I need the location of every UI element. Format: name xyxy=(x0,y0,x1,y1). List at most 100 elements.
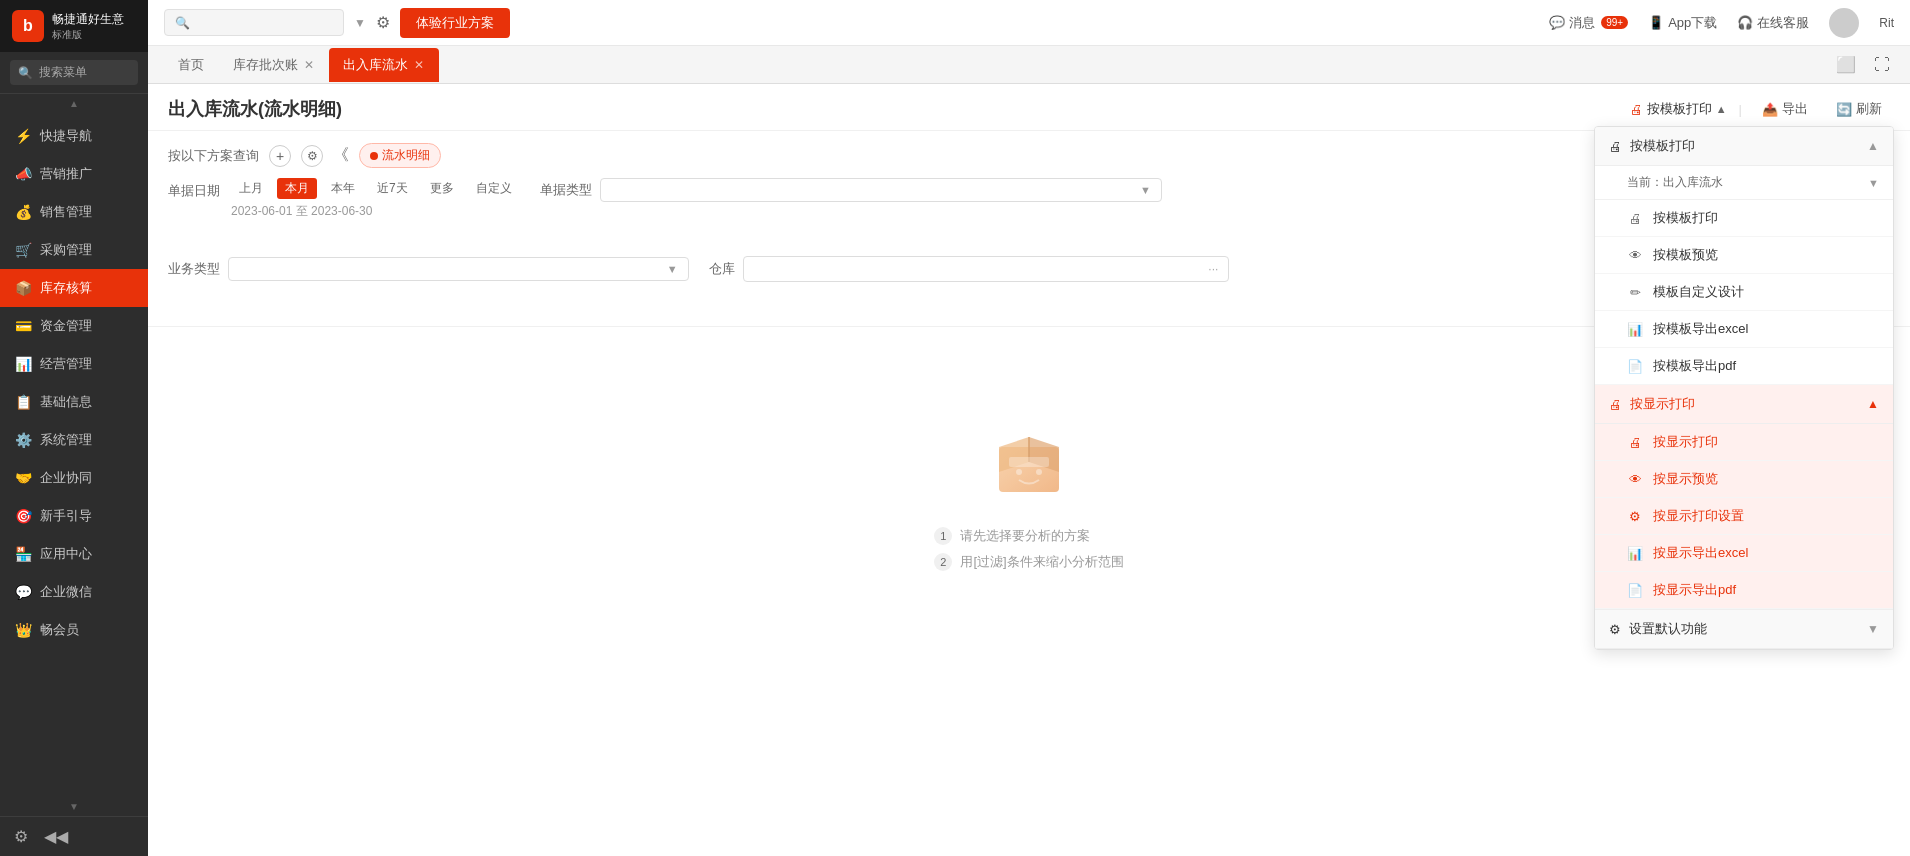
sales-icon: 💰 xyxy=(14,203,32,221)
sidebar-item-guide[interactable]: 🎯 新手引导 xyxy=(0,497,148,535)
sidebar-item-marketing[interactable]: 📣 营销推广 xyxy=(0,155,148,193)
date-opt-more[interactable]: 更多 xyxy=(422,178,462,199)
display-settings-icon: ⚙ xyxy=(1627,508,1643,524)
print-dropdown-chevron[interactable]: ▲ xyxy=(1716,103,1727,115)
date-range: 2023-06-01 至 2023-06-30 xyxy=(231,203,520,220)
dropdown-item-template-print[interactable]: 🖨 按模板打印 xyxy=(1595,200,1893,237)
date-opt-this-month[interactable]: 本月 xyxy=(277,178,317,199)
finance-icon: 💳 xyxy=(14,317,32,335)
message-button[interactable]: 💬 消息 99+ xyxy=(1549,14,1628,32)
sidebar-item-sales[interactable]: 💰 销售管理 xyxy=(0,193,148,231)
sidebar-bottom: ⚙ ◀◀ xyxy=(0,816,148,856)
doc-type-select[interactable]: ▼ xyxy=(600,178,1162,202)
print-template-action: 🖨 按模板打印 ▲ xyxy=(1630,100,1727,118)
system-icon: ⚙️ xyxy=(14,431,32,449)
tab-inout-flow-close[interactable]: ✕ xyxy=(414,58,424,72)
scroll-down[interactable]: ▼ xyxy=(0,797,148,816)
sidebar-item-finance[interactable]: 💳 资金管理 xyxy=(0,307,148,345)
filter-settings-button[interactable]: ⚙ xyxy=(301,145,323,167)
sidebar-item-app-center[interactable]: 🏪 应用中心 xyxy=(0,535,148,573)
wechat-icon: 💬 xyxy=(14,583,32,601)
topbar: 🔍 ▼ ⚙ 体验行业方案 💬 消息 99+ 📱 App下载 🎧 在线客服 Rit xyxy=(148,0,1910,46)
template-customize-icon: ✏ xyxy=(1627,284,1643,300)
default-settings-section[interactable]: ⚙ 设置默认功能 ▼ xyxy=(1595,609,1893,649)
sidebar-search-btn[interactable]: 🔍 搜索菜单 xyxy=(10,60,138,85)
tip-num-2: 2 xyxy=(934,553,952,571)
tabbar: 首页 库存批次账 ✕ 出入库流水 ✕ ⬜ ⛶ xyxy=(148,46,1910,84)
tab-home[interactable]: 首页 xyxy=(164,48,219,82)
svg-point-5 xyxy=(1016,469,1022,475)
biz-type-label: 业务类型 xyxy=(168,260,220,278)
industry-solution-button[interactable]: 体验行业方案 xyxy=(400,8,510,38)
logo-text: 畅捷通好生意 标准版 xyxy=(52,11,124,42)
marketing-icon: 📣 xyxy=(14,165,32,183)
page-content-area: 出入库流水(流水明细) 🖨 按模板打印 ▲ | 📤 导出 🔄 刷新 xyxy=(148,84,1910,856)
logo-icon: b xyxy=(12,10,44,42)
dropdown-item-template-preview[interactable]: 👁 按模板预览 xyxy=(1595,237,1893,274)
date-opt-7days[interactable]: 近7天 xyxy=(369,178,416,199)
filter-label: 按以下方案查询 xyxy=(168,147,259,165)
template-print-icon: 🖨 xyxy=(1627,210,1643,226)
sidebar-item-member[interactable]: 👑 畅会员 xyxy=(0,611,148,649)
topbar-gear-icon[interactable]: ⚙ xyxy=(376,13,390,32)
app-download-button[interactable]: 📱 App下载 xyxy=(1648,14,1717,32)
tab-restore-icon[interactable]: ⬜ xyxy=(1832,53,1860,76)
template-pdf-icon: 📄 xyxy=(1627,358,1643,374)
sidebar-item-inventory[interactable]: 📦 库存核算 xyxy=(0,269,148,307)
avatar[interactable] xyxy=(1829,8,1859,38)
sidebar-item-quick-nav[interactable]: ⚡ 快捷导航 xyxy=(0,117,148,155)
dropdown-item-display-preview[interactable]: 👁 按显示预览 xyxy=(1595,461,1893,498)
empty-state-icon xyxy=(979,407,1079,507)
doc-type-filter-group: 单据类型 ▼ xyxy=(540,178,1162,202)
filter-collapse-button[interactable]: 《 xyxy=(333,145,349,166)
dropdown-item-display-settings[interactable]: ⚙ 按显示打印设置 xyxy=(1595,498,1893,535)
scroll-up[interactable]: ▲ xyxy=(0,94,148,113)
sidebar-item-operations[interactable]: 📊 经营管理 xyxy=(0,345,148,383)
filter-tag-dot xyxy=(370,152,378,160)
tab-batch-account[interactable]: 库存批次账 ✕ xyxy=(219,48,329,82)
tip-num-1: 1 xyxy=(934,527,952,545)
warehouse-more-icon[interactable]: ··· xyxy=(1208,262,1218,276)
sidebar-item-enterprise[interactable]: 🤝 企业协同 xyxy=(0,459,148,497)
display-section-chevron: ▲ xyxy=(1867,397,1879,411)
tab-batch-account-close[interactable]: ✕ xyxy=(304,58,314,72)
date-opt-custom[interactable]: 自定义 xyxy=(468,178,520,199)
dropdown-item-template-pdf[interactable]: 📄 按模板导出pdf xyxy=(1595,348,1893,385)
dropdown-current-text: 当前：出入库流水 xyxy=(1627,174,1723,191)
settings-gear-icon[interactable]: ⚙ xyxy=(14,827,28,846)
dropdown-header[interactable]: 🖨 按模板打印 ▲ xyxy=(1595,127,1893,166)
date-opt-prev-month[interactable]: 上月 xyxy=(231,178,271,199)
online-service-button[interactable]: 🎧 在线客服 xyxy=(1737,14,1809,32)
print-template-button[interactable]: 按模板打印 xyxy=(1647,100,1712,118)
tab-inout-flow[interactable]: 出入库流水 ✕ xyxy=(329,48,439,82)
warehouse-select[interactable]: ··· xyxy=(743,256,1230,282)
dropdown-item-display-pdf[interactable]: 📄 按显示导出pdf xyxy=(1595,572,1893,609)
dropdown-item-display-excel[interactable]: 📊 按显示导出excel xyxy=(1595,535,1893,572)
dropdown-item-template-excel[interactable]: 📊 按模板导出excel xyxy=(1595,311,1893,348)
dropdown-current[interactable]: 当前：出入库流水 ▼ xyxy=(1595,166,1893,200)
filter-add-button[interactable]: + xyxy=(269,145,291,167)
refresh-button[interactable]: 🔄 刷新 xyxy=(1828,96,1890,122)
topbar-dropdown-chevron[interactable]: ▼ xyxy=(354,16,366,30)
printer-icon: 🖨 xyxy=(1630,102,1643,117)
export-button[interactable]: 📤 导出 xyxy=(1754,96,1816,122)
username: Rit xyxy=(1879,16,1894,30)
display-pdf-icon: 📄 xyxy=(1627,582,1643,598)
date-opt-this-year[interactable]: 本年 xyxy=(323,178,363,199)
dropdown-printer-icon: 🖨 xyxy=(1609,139,1622,154)
sidebar-item-wechat[interactable]: 💬 企业微信 xyxy=(0,573,148,611)
dropdown-item-template-customize[interactable]: ✏ 模板自定义设计 xyxy=(1595,274,1893,311)
tab-maximize-icon[interactable]: ⛶ xyxy=(1870,54,1894,76)
sidebar-item-purchase[interactable]: 🛒 采购管理 xyxy=(0,231,148,269)
filter-tag[interactable]: 流水明细 xyxy=(359,143,441,168)
dropdown-current-chevron: ▼ xyxy=(1868,177,1879,189)
collapse-sidebar-icon[interactable]: ◀◀ xyxy=(44,827,68,846)
display-section-header[interactable]: 🖨 按显示打印 ▲ xyxy=(1595,385,1893,424)
member-icon: 👑 xyxy=(14,621,32,639)
sidebar-item-system[interactable]: ⚙️ 系统管理 xyxy=(0,421,148,459)
topbar-search[interactable]: 🔍 xyxy=(164,9,344,36)
template-preview-icon: 👁 xyxy=(1627,247,1643,263)
sidebar-item-basic-info[interactable]: 📋 基础信息 xyxy=(0,383,148,421)
dropdown-item-display-print[interactable]: 🖨 按显示打印 xyxy=(1595,424,1893,461)
biz-type-select[interactable]: ▼ xyxy=(228,257,689,281)
